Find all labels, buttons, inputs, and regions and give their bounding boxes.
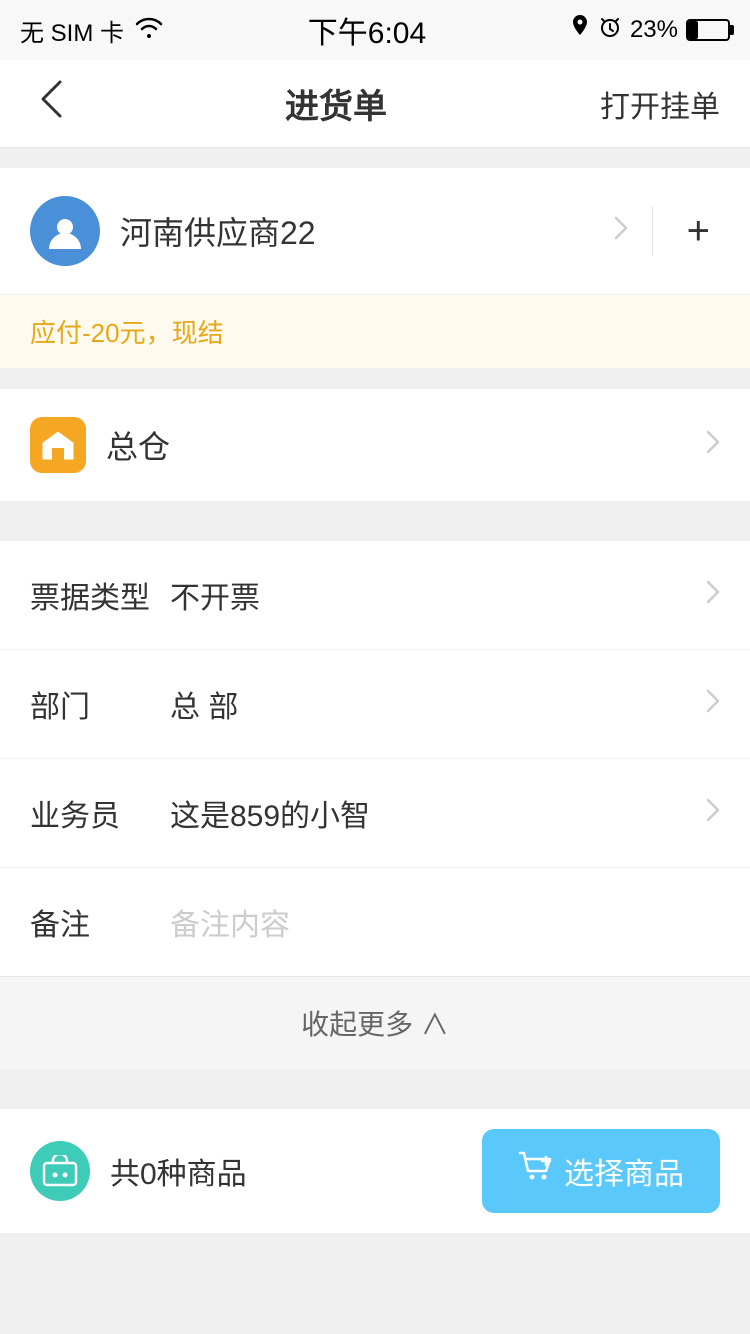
remark-label: 备注 [30, 900, 170, 944]
warehouse-name: 总仓 [106, 422, 706, 468]
location-icon [570, 15, 590, 46]
remark-row[interactable]: 备注 备注内容 [0, 868, 750, 976]
supplier-section: 河南供应商22 + 应付-20元，现结 [0, 168, 750, 369]
salesman-value: 这是859的小智 [170, 791, 706, 835]
salesman-row[interactable]: 业务员 这是859的小智 [0, 759, 750, 868]
page-title: 进货单 [285, 79, 387, 128]
warehouse-chevron-icon [706, 429, 720, 461]
section-gap-4 [0, 1069, 750, 1089]
supplier-avatar [30, 196, 100, 266]
collapse-button[interactable]: 收起更多 ∧ [0, 976, 750, 1069]
product-bar: 共0种商品 选择商品 [0, 1109, 750, 1233]
section-gap-2 [0, 369, 750, 389]
salesman-label: 业务员 [30, 791, 170, 835]
warehouse-icon [30, 417, 86, 473]
warehouse-row[interactable]: 总仓 [0, 389, 750, 501]
status-time: 下午6:04 [308, 8, 426, 52]
supplier-chevron-icon [614, 215, 628, 247]
department-row[interactable]: 部门 总 部 [0, 650, 750, 759]
cart-icon [518, 1151, 554, 1191]
invoice-type-chevron-icon [706, 579, 720, 611]
divider [652, 206, 653, 256]
product-icon [30, 1141, 90, 1201]
form-section: 票据类型 不开票 部门 总 部 业务员 这是859的小智 备注 备注内容 [0, 541, 750, 976]
product-count: 共0种商品 [110, 1149, 482, 1193]
carrier-text: 无 SIM 卡 [20, 13, 124, 48]
remark-input[interactable]: 备注内容 [170, 900, 720, 944]
battery-icon [686, 19, 730, 41]
supplier-row[interactable]: 河南供应商22 + [0, 168, 750, 295]
select-product-label: 选择商品 [564, 1149, 684, 1193]
department-chevron-icon [706, 688, 720, 720]
alarm-icon [598, 15, 622, 46]
invoice-type-label: 票据类型 [30, 573, 170, 617]
battery-percentage: 23% [630, 16, 678, 44]
add-supplier-button[interactable]: + [677, 209, 720, 254]
salesman-chevron-icon [706, 797, 720, 829]
status-bar: 无 SIM 卡 下午6:04 23% [0, 0, 750, 60]
back-button[interactable] [30, 70, 72, 137]
section-gap-3 [0, 501, 750, 521]
invoice-type-row[interactable]: 票据类型 不开票 [0, 541, 750, 650]
open-pending-button[interactable]: 打开挂单 [600, 82, 720, 126]
department-label: 部门 [30, 682, 170, 726]
select-product-button[interactable]: 选择商品 [482, 1129, 720, 1213]
notice-bar: 应付-20元，现结 [0, 295, 750, 369]
status-left: 无 SIM 卡 [20, 13, 164, 48]
section-gap-1 [0, 148, 750, 168]
wifi-icon [134, 16, 164, 45]
department-value: 总 部 [170, 682, 706, 726]
invoice-type-value: 不开票 [170, 573, 706, 617]
status-right: 23% [570, 15, 730, 46]
nav-bar: 进货单 打开挂单 [0, 60, 750, 148]
warehouse-section: 总仓 [0, 389, 750, 501]
supplier-name: 河南供应商22 [120, 208, 614, 254]
